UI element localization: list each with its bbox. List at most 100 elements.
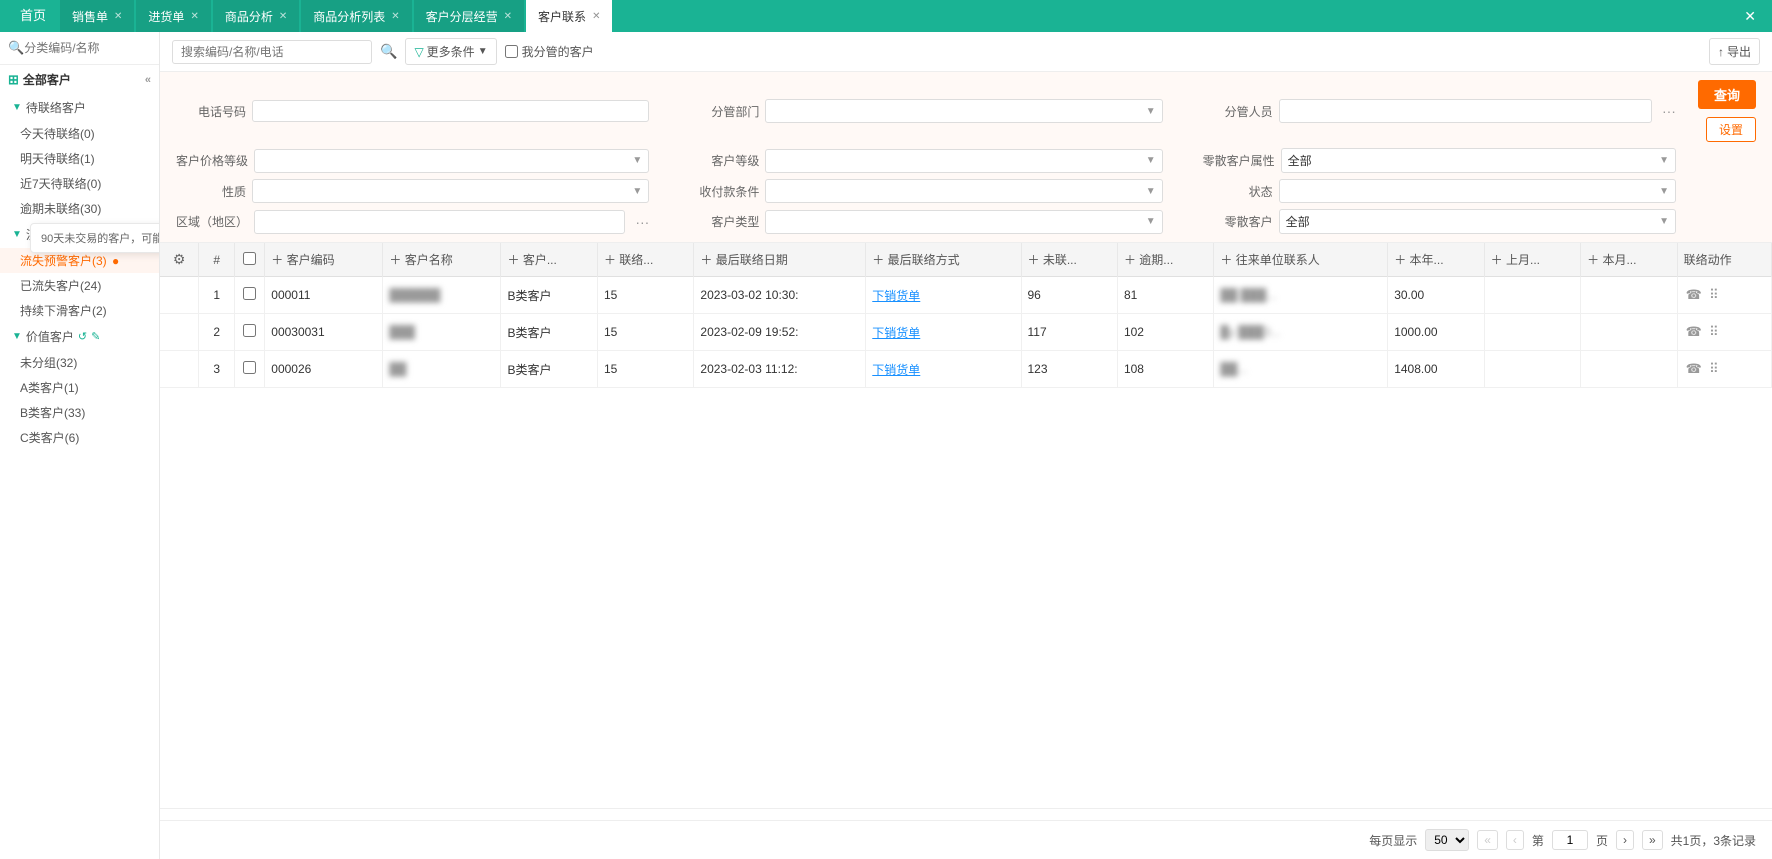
sidebar-item-7day-contact[interactable]: 近7天待联络(0) [0, 171, 159, 196]
filter-field-price-level: 客户价格等级 ▼ [176, 149, 649, 173]
nav-home[interactable]: 首页 [8, 0, 58, 32]
row2-more-icon[interactable]: ⠿ [1707, 322, 1721, 342]
chevron-down-icon-4: ▼ [1659, 155, 1669, 166]
region-label: 区域（地区） [176, 213, 248, 230]
sidebar-item-declining[interactable]: 持续下滑客户(2) [0, 298, 159, 323]
row1-check [235, 277, 265, 314]
row3-overdue: 108 [1117, 351, 1213, 388]
first-page-button[interactable]: « [1477, 830, 1498, 850]
nav-tab-sales[interactable]: 销售单 ✕ [60, 0, 134, 32]
last-page-button[interactable]: » [1642, 830, 1663, 850]
table-area: ⚙ # ＋ 客户编码 ＋ 客户名称 ＋ 客户... [160, 243, 1772, 808]
row3-last-method-link[interactable]: 下销货单 [872, 363, 920, 377]
sidebar-item-churn-warning[interactable]: 流失预警客户(3) ● [0, 248, 159, 273]
row1-last-month [1484, 277, 1580, 314]
close-all-tabs-icon[interactable]: ✕ [1736, 8, 1764, 25]
row2-contact-icon[interactable]: ☎ [1684, 322, 1704, 342]
sidebar-item-churned[interactable]: 已流失客户(24) [0, 273, 159, 298]
sidebar-search-bar: 🔍 [0, 32, 159, 65]
phone-input[interactable] [252, 100, 649, 122]
sidebar-item-ungroup[interactable]: 未分组(32) [0, 350, 159, 375]
nav-tab-analysis[interactable]: 商品分析 ✕ [213, 0, 299, 32]
row3-checkbox[interactable] [243, 361, 256, 374]
customer-level-select[interactable]: ▼ [765, 149, 1162, 173]
row1-checkbox[interactable] [243, 287, 256, 300]
h-scroll-inner [160, 809, 1772, 810]
person-more-dots[interactable]: ··· [1662, 103, 1676, 119]
refresh-icon[interactable]: ↺ [78, 330, 87, 343]
chevron-down-icon-7: ▼ [1659, 186, 1669, 197]
sidebar-item-overdue-contact[interactable]: 逾期未联络(30) [0, 196, 159, 221]
sidebar-collapse-icon[interactable]: « [145, 74, 151, 86]
row3-contact-icon[interactable]: ☎ [1684, 359, 1704, 379]
close-tab-purchase-icon[interactable]: ✕ [190, 11, 198, 22]
sidebar-all-customers[interactable]: ⊞ 全部客户 « [0, 65, 159, 94]
close-tab-customer-contact-icon[interactable]: ✕ [592, 11, 600, 22]
filter-field-dept: 分管部门 ▼ [689, 99, 1162, 123]
sidebar-item-b-class[interactable]: B类客户(33) [0, 400, 159, 425]
my-managed-checkbox-label[interactable]: 我分管的客户 [505, 43, 594, 60]
nav-tab-customer-contact[interactable]: 客户联系 ✕ [526, 0, 612, 32]
row2-last-method-link[interactable]: 下销货单 [872, 326, 920, 340]
customer-type-select[interactable]: ▼ [765, 210, 1162, 234]
sidebar-section-sleeping[interactable]: ▼ 沉睡客户 90天未交易的客户，可能有流失风险。 [0, 221, 159, 248]
sidebar-item-a-class[interactable]: A类客户(1) [0, 375, 159, 400]
scattered-attr-label: 零散客户属性 [1203, 152, 1275, 169]
prev-page-button[interactable]: ‹ [1506, 830, 1524, 850]
nav-tab-customer-segment[interactable]: 客户分层经营 ✕ [414, 0, 524, 32]
more-conditions-button[interactable]: ▽ 更多条件 ▼ [405, 38, 496, 65]
payment-select[interactable]: ▼ [765, 179, 1162, 203]
h-scroll-area[interactable] [160, 808, 1772, 820]
status-label: 状态 [1203, 183, 1273, 200]
my-managed-checkbox[interactable] [505, 45, 518, 58]
nature-select[interactable]: ▼ [252, 179, 649, 203]
top-nav: 首页 销售单 ✕ 进货单 ✕ 商品分析 ✕ 商品分析列表 ✕ 客户分层经营 ✕ … [0, 0, 1772, 32]
sidebar-search-input[interactable] [24, 41, 160, 55]
row1-code: 000011 [265, 277, 383, 314]
row2-code: 00030031 [265, 314, 383, 351]
sidebar-item-tomorrow-contact[interactable]: 明天待联络(1) [0, 146, 159, 171]
row2-last-method: 下销货单 [866, 314, 1021, 351]
dept-select[interactable]: ▼ [765, 99, 1162, 123]
nav-tab-purchase[interactable]: 进货单 ✕ [136, 0, 210, 32]
close-tab-sales-icon[interactable]: ✕ [114, 11, 122, 22]
gear-button[interactable]: ⚙ [173, 251, 186, 268]
customer-level-label: 客户等级 [689, 152, 759, 169]
edit-icon[interactable]: ✎ [91, 330, 100, 343]
row1-last-method-link[interactable]: 下销货单 [872, 289, 920, 303]
row3-more-icon[interactable]: ⠿ [1707, 359, 1721, 379]
region-more-dots[interactable]: ··· [635, 214, 649, 230]
filter-field-phone: 电话号码 [176, 100, 649, 122]
row2-checkbox[interactable] [243, 324, 256, 337]
settings-button[interactable]: 设置 [1706, 117, 1756, 142]
close-tab-analysis-list-icon[interactable]: ✕ [391, 11, 399, 22]
next-page-button[interactable]: › [1616, 830, 1634, 850]
scattered-select[interactable]: 全部 ▼ [1279, 209, 1676, 234]
sidebar-section-value[interactable]: ▼ 价值客户 ↺ ✎ [0, 323, 159, 350]
row1-contact-icon[interactable]: ☎ [1684, 285, 1704, 305]
region-select[interactable] [254, 210, 625, 234]
row3-last-date: 2023-02-03 11:12: [694, 351, 866, 388]
status-select[interactable]: ▼ [1279, 179, 1676, 203]
select-all-checkbox[interactable] [243, 252, 256, 265]
row3-this-year: 1408.00 [1388, 351, 1484, 388]
sidebar-item-today-contact[interactable]: 今天待联络(0) [0, 121, 159, 146]
query-button[interactable]: 查询 [1698, 80, 1756, 109]
close-tab-customer-segment-icon[interactable]: ✕ [504, 11, 512, 22]
filter-field-person: 分管人员 ··· [1203, 99, 1676, 123]
sidebar-section-pending[interactable]: ▼ 待联络客户 [0, 94, 159, 121]
page-size-select[interactable]: 50 [1425, 829, 1469, 851]
row1-unlinked: 96 [1021, 277, 1117, 314]
page-input[interactable] [1552, 830, 1588, 850]
search-input[interactable] [172, 40, 372, 64]
row1-more-icon[interactable]: ⠿ [1707, 285, 1721, 305]
row2-overdue: 102 [1117, 314, 1213, 351]
scattered-attr-select[interactable]: 全部 ▼ [1281, 148, 1676, 173]
close-tab-analysis-icon[interactable]: ✕ [279, 11, 287, 22]
person-select[interactable] [1279, 99, 1652, 123]
price-level-select[interactable]: ▼ [254, 149, 649, 173]
export-button[interactable]: ↑ 导出 [1709, 38, 1760, 65]
nav-tab-analysis-list[interactable]: 商品分析列表 ✕ [301, 0, 411, 32]
search-button[interactable]: 🔍 [380, 43, 397, 60]
sidebar-item-c-class[interactable]: C类客户(6) [0, 425, 159, 450]
